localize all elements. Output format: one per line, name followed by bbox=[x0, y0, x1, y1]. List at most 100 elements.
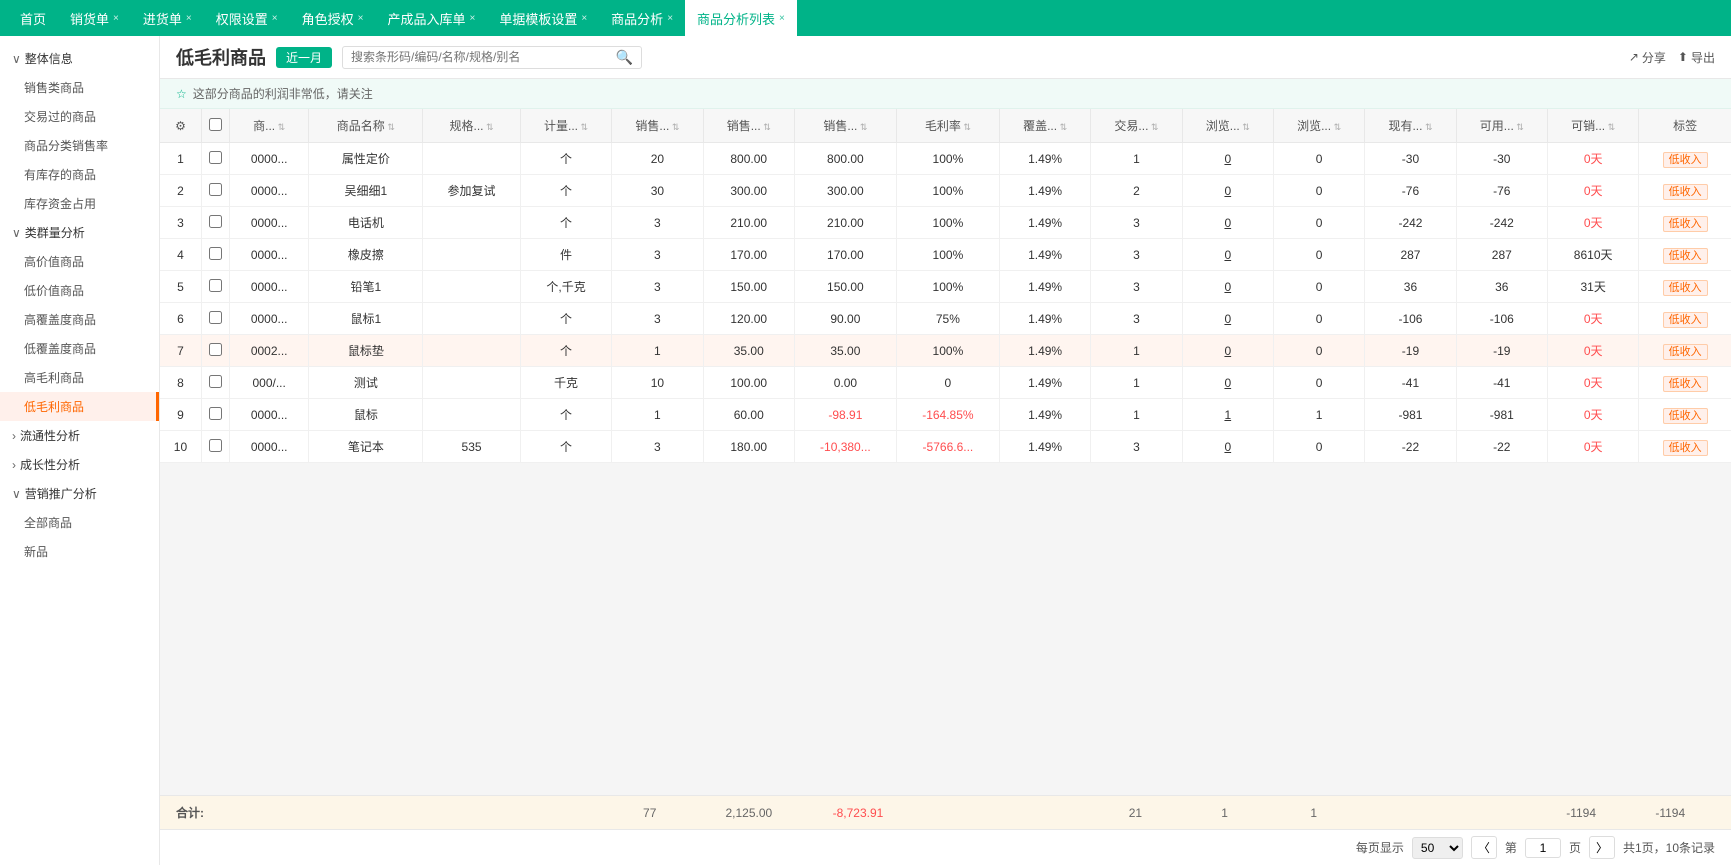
row-checkbox[interactable] bbox=[209, 183, 222, 196]
browse-link[interactable]: 0 bbox=[1224, 344, 1231, 358]
table-area: ⚙商... ⇅商品名称 ⇅规格... ⇅计量... ⇅销售... ⇅销售... … bbox=[160, 109, 1731, 795]
browse-link[interactable]: 0 bbox=[1224, 216, 1231, 230]
cell-gross_rate: -5766.6... bbox=[896, 431, 999, 463]
sidebar-item-交易过的商品[interactable]: 交易过的商品 bbox=[0, 102, 159, 131]
browse-link[interactable]: 0 bbox=[1224, 280, 1231, 294]
cell-browse1: 0 bbox=[1182, 271, 1273, 303]
col-sales_count[interactable]: 销售... ⇅ bbox=[612, 109, 703, 143]
share-button[interactable]: ↗ 分享 bbox=[1629, 49, 1666, 66]
nav-item-商品分析列表[interactable]: 商品分析列表× bbox=[685, 0, 797, 36]
col-browse1[interactable]: 浏览... ⇅ bbox=[1182, 109, 1273, 143]
sidebar-group-整体信息[interactable]: ∨整体信息 bbox=[0, 44, 159, 73]
sidebar-item-低价值商品[interactable]: 低价值商品 bbox=[0, 276, 159, 305]
browse-link[interactable]: 0 bbox=[1224, 312, 1231, 326]
sidebar-item-全部商品[interactable]: 全部商品 bbox=[0, 508, 159, 537]
row-checkbox[interactable] bbox=[209, 215, 222, 228]
nav-item-商品分析[interactable]: 商品分析× bbox=[599, 0, 685, 36]
row-checkbox[interactable] bbox=[209, 343, 222, 356]
sidebar-group-流通性分析[interactable]: ›流通性分析 bbox=[0, 421, 159, 450]
nav-close-icon[interactable]: × bbox=[779, 13, 785, 24]
sidebar-group-营销推广分析[interactable]: ∨营销推广分析 bbox=[0, 479, 159, 508]
sidebar-item-库存资金占用[interactable]: 库存资金占用 bbox=[0, 189, 159, 218]
cell-tag: 低收入 bbox=[1639, 431, 1731, 463]
col-saleable[interactable]: 可销... ⇅ bbox=[1547, 109, 1638, 143]
sidebar-group-成长性分析[interactable]: ›成长性分析 bbox=[0, 450, 159, 479]
search-icon[interactable]: 🔍 bbox=[616, 49, 633, 66]
page-number-input[interactable] bbox=[1525, 838, 1561, 858]
sidebar-item-低覆盖度商品[interactable]: 低覆盖度商品 bbox=[0, 334, 159, 363]
nav-close-icon[interactable]: × bbox=[186, 13, 192, 24]
row-checkbox[interactable] bbox=[209, 439, 222, 452]
col-transaction[interactable]: 交易... ⇅ bbox=[1091, 109, 1182, 143]
cell-sales_amount: 170.00 bbox=[703, 239, 794, 271]
cell-checkbox bbox=[201, 399, 229, 431]
row-checkbox[interactable] bbox=[209, 407, 222, 420]
row-checkbox[interactable] bbox=[209, 375, 222, 388]
cell-coverage: 1.49% bbox=[999, 335, 1090, 367]
export-button[interactable]: ⬆ 导出 bbox=[1678, 49, 1715, 66]
next-page-button[interactable]: 〉 bbox=[1589, 836, 1615, 859]
col-browse2[interactable]: 浏览... ⇅ bbox=[1273, 109, 1364, 143]
cell-code: 0000... bbox=[229, 175, 309, 207]
sidebar-group-类群量分析[interactable]: ∨类群量分析 bbox=[0, 218, 159, 247]
nav-close-icon[interactable]: × bbox=[113, 13, 119, 24]
browse-link[interactable]: 0 bbox=[1224, 376, 1231, 390]
col-coverage[interactable]: 覆盖... ⇅ bbox=[999, 109, 1090, 143]
page-size-select[interactable]: 50 20 100 bbox=[1412, 837, 1463, 859]
col-sales_profit[interactable]: 销售... ⇅ bbox=[794, 109, 896, 143]
sidebar-item-商品分类销售率[interactable]: 商品分类销售率 bbox=[0, 131, 159, 160]
select-all-checkbox[interactable] bbox=[209, 118, 222, 131]
browse-link[interactable]: 1 bbox=[1224, 408, 1231, 422]
cell-current: -76 bbox=[1365, 175, 1456, 207]
col-unit[interactable]: 计量... ⇅ bbox=[520, 109, 611, 143]
col-available[interactable]: 可用... ⇅ bbox=[1456, 109, 1547, 143]
nav-item-角色授权[interactable]: 角色授权× bbox=[290, 0, 376, 36]
row-checkbox[interactable] bbox=[209, 247, 222, 260]
cell-browse1: 1 bbox=[1182, 399, 1273, 431]
sidebar-item-高毛利商品[interactable]: 高毛利商品 bbox=[0, 363, 159, 392]
browse-link[interactable]: 0 bbox=[1224, 440, 1231, 454]
sidebar-item-高价值商品[interactable]: 高价值商品 bbox=[0, 247, 159, 276]
sidebar-item-有库存的商品[interactable]: 有库存的商品 bbox=[0, 160, 159, 189]
browse-link[interactable]: 0 bbox=[1224, 184, 1231, 198]
gear-icon[interactable]: ⚙ bbox=[175, 119, 186, 133]
col-name[interactable]: 商品名称 ⇅ bbox=[309, 109, 423, 143]
cell-browse2: 0 bbox=[1273, 303, 1364, 335]
sidebar-item-高覆盖度商品[interactable]: 高覆盖度商品 bbox=[0, 305, 159, 334]
browse-link[interactable]: 0 bbox=[1224, 248, 1231, 262]
page-size-label: 每页显示 bbox=[1356, 839, 1404, 856]
col-current[interactable]: 现有... ⇅ bbox=[1365, 109, 1456, 143]
col-gross_rate[interactable]: 毛利率 ⇅ bbox=[896, 109, 999, 143]
nav-close-icon[interactable]: × bbox=[667, 13, 673, 24]
sidebar-item-新品[interactable]: 新品 bbox=[0, 537, 159, 566]
browse-link[interactable]: 0 bbox=[1224, 152, 1231, 166]
notice-icon: ☆ bbox=[176, 87, 187, 101]
row-checkbox[interactable] bbox=[209, 311, 222, 324]
col-code[interactable]: 商... ⇅ bbox=[229, 109, 309, 143]
row-checkbox[interactable] bbox=[209, 151, 222, 164]
nav-item-进货单[interactable]: 进货单× bbox=[131, 0, 204, 36]
row-checkbox[interactable] bbox=[209, 279, 222, 292]
nav-close-icon[interactable]: × bbox=[581, 13, 587, 24]
search-input[interactable] bbox=[351, 50, 616, 64]
time-filter-btn[interactable]: 近一月 bbox=[276, 47, 332, 68]
nav-close-icon[interactable]: × bbox=[358, 13, 364, 24]
nav-item-产成品入库单[interactable]: 产成品入库单× bbox=[375, 0, 487, 36]
nav-item-首页[interactable]: 首页 bbox=[8, 0, 58, 36]
col-sales_amount[interactable]: 销售... ⇅ bbox=[703, 109, 794, 143]
table-row: 70002...鼠标垫个135.0035.00100%1.49%100-19-1… bbox=[160, 335, 1731, 367]
nav-item-权限设置[interactable]: 权限设置× bbox=[204, 0, 290, 36]
cell-saleable: 0天 bbox=[1547, 143, 1638, 175]
cell-num: 4 bbox=[160, 239, 201, 271]
cell-sales_amount: 35.00 bbox=[703, 335, 794, 367]
tag-badge: 低收入 bbox=[1663, 344, 1708, 360]
col-spec[interactable]: 规格... ⇅ bbox=[423, 109, 521, 143]
sidebar-item-销售类商品[interactable]: 销售类商品 bbox=[0, 73, 159, 102]
nav-item-单据模板设置[interactable]: 单据模板设置× bbox=[487, 0, 599, 36]
nav-close-icon[interactable]: × bbox=[469, 13, 475, 24]
cell-checkbox bbox=[201, 175, 229, 207]
nav-item-销货单[interactable]: 销货单× bbox=[58, 0, 131, 36]
prev-page-button[interactable]: 〈 bbox=[1471, 836, 1497, 859]
nav-close-icon[interactable]: × bbox=[272, 13, 278, 24]
sidebar-item-低毛利商品[interactable]: 低毛利商品 bbox=[0, 392, 159, 421]
